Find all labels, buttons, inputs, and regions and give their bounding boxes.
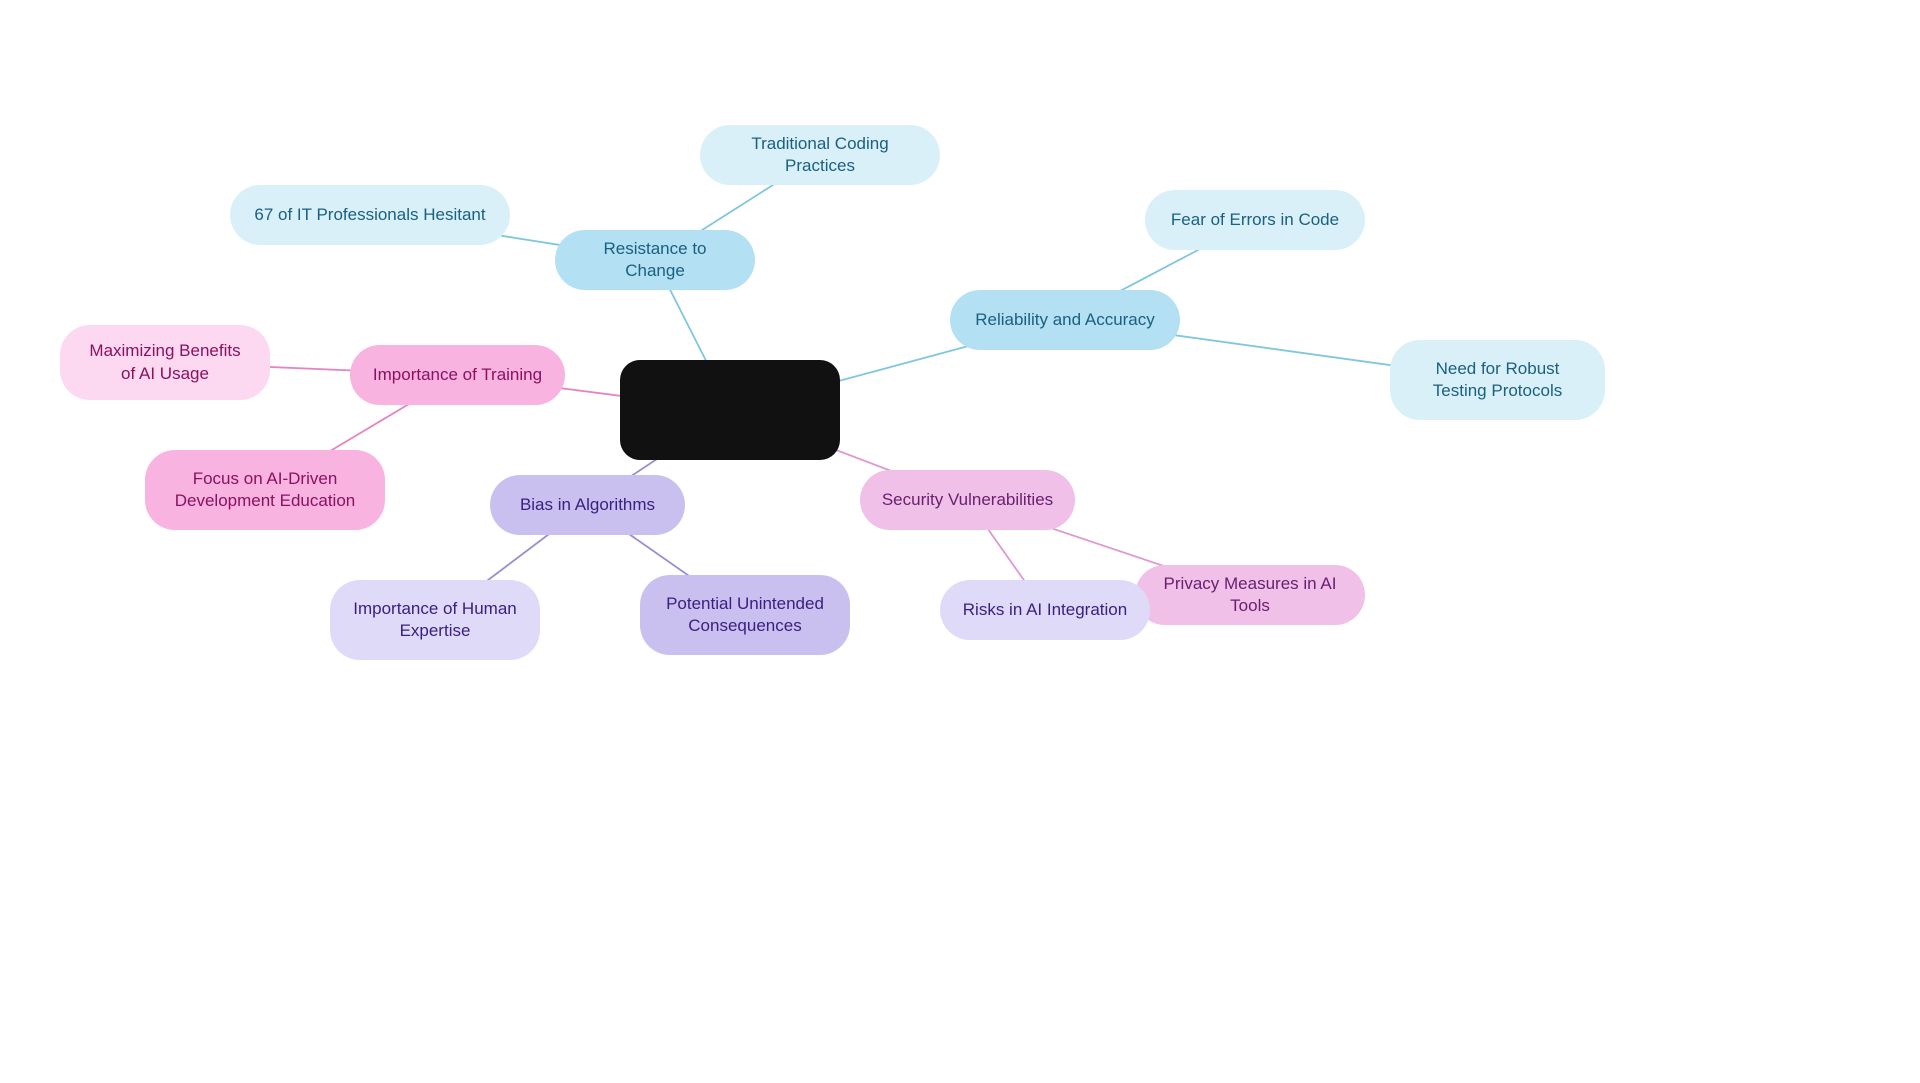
robust-node: Need for Robust Testing Protocols [1390, 340, 1605, 420]
unintended-node: Potential Unintended Consequences [640, 575, 850, 655]
reliability-node: Reliability and Accuracy [950, 290, 1180, 350]
security-node: Security Vulnerabilities [860, 470, 1075, 530]
resistance-node: Resistance to Change [555, 230, 755, 290]
maximizing-node: Maximizing Benefits of AI Usage [60, 325, 270, 400]
privacy-node: Privacy Measures in AI Tools [1135, 565, 1365, 625]
traditional-node: Traditional Coding Practices [700, 125, 940, 185]
center-node [620, 360, 840, 460]
human-node: Importance of Human Expertise [330, 580, 540, 660]
risks-node: Risks in AI Integration [940, 580, 1150, 640]
training-node: Importance of Training [350, 345, 565, 405]
fear-node: Fear of Errors in Code [1145, 190, 1365, 250]
hesitant-node: 67 of IT Professionals Hesitant [230, 185, 510, 245]
focus-node: Focus on AI-Driven Development Education [145, 450, 385, 530]
bias-node: Bias in Algorithms [490, 475, 685, 535]
